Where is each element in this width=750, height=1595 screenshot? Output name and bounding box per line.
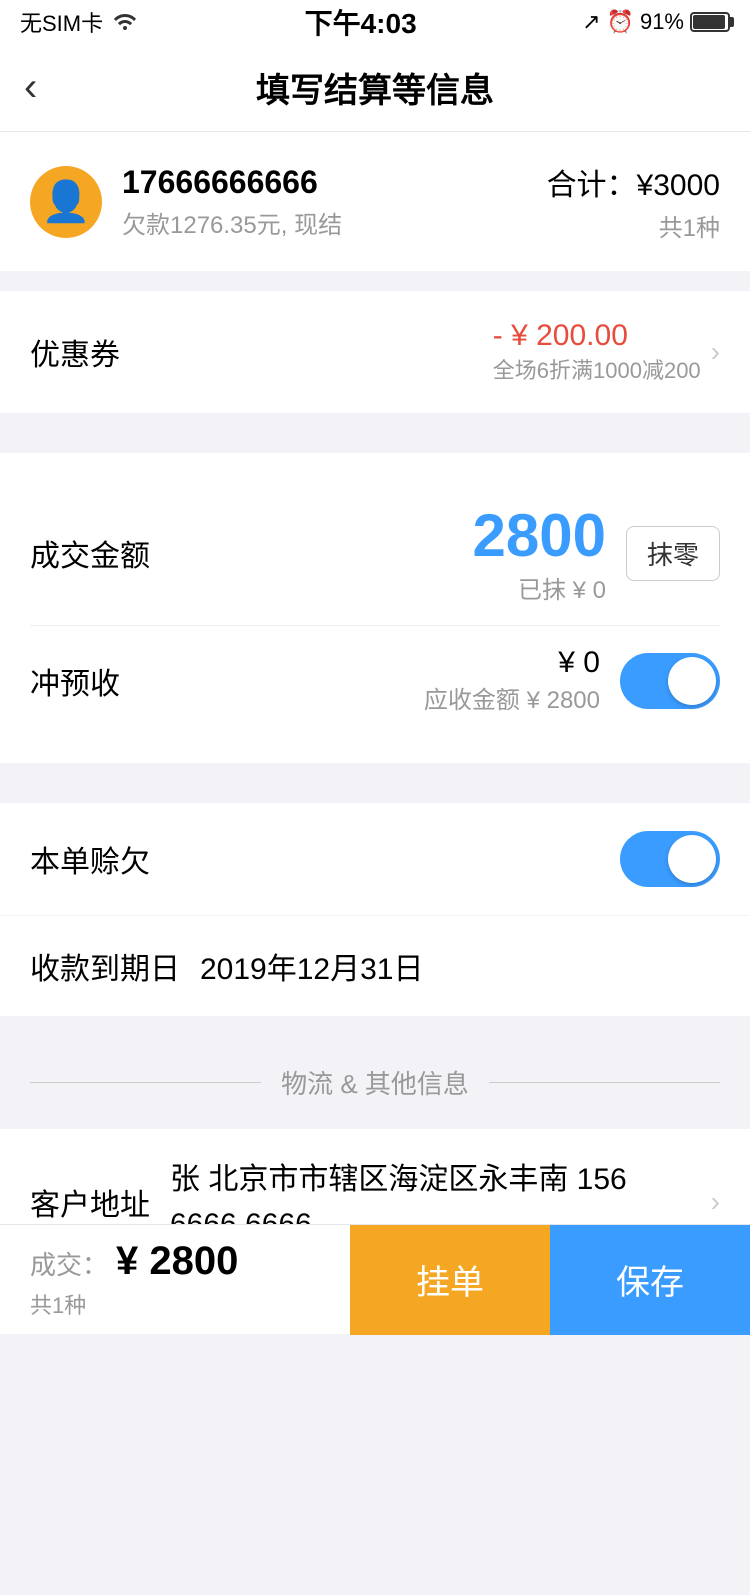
credit-section: 本单赊欠 xyxy=(0,803,750,915)
address-label: 客户地址 xyxy=(30,1180,150,1224)
back-button[interactable]: ‹ xyxy=(24,65,37,110)
bottom-deal-label: 成交： xyxy=(30,1245,108,1282)
status-time: 下午4:03 xyxy=(305,2,417,42)
status-right: ↗ ⏰ 91% xyxy=(582,9,730,35)
deal-amount-value: 2800 xyxy=(473,501,606,570)
wifi-icon xyxy=(111,8,139,36)
status-left: 无SIM卡 xyxy=(20,6,139,38)
bottom-bar: 成交： ¥ 2800 共1种 挂单 保存 xyxy=(0,1224,750,1334)
save-button[interactable]: 保存 xyxy=(550,1225,750,1335)
logistics-text: 物流 & 其他信息 xyxy=(281,1064,469,1101)
prepay-right: ¥ 0 应收金额 ¥ 2800 xyxy=(424,646,720,715)
section-divider-2 xyxy=(0,763,750,783)
prepay-toggle[interactable] xyxy=(620,653,720,709)
nav-bar: ‹ 填写结算等信息 xyxy=(0,44,750,132)
battery-icon xyxy=(690,12,730,32)
prepay-row: 冲预收 ¥ 0 应收金额 ¥ 2800 xyxy=(30,625,720,735)
no-sim-label: 无SIM卡 xyxy=(20,6,103,38)
customer-phone: 17666666666 xyxy=(122,164,342,201)
section-divider-1 xyxy=(0,433,750,453)
status-bar: 无SIM卡 下午4:03 ↗ ⏰ 91% xyxy=(0,0,750,44)
due-date: 2019年12月31日 xyxy=(200,944,423,988)
address-chevron-icon: › xyxy=(711,1186,720,1218)
prepay-value-group: ¥ 0 应收金额 ¥ 2800 xyxy=(424,646,600,715)
logistics-line-left xyxy=(30,1082,261,1083)
credit-toggle[interactable] xyxy=(620,831,720,887)
customer-total: 合计：¥3000 xyxy=(547,160,720,204)
deal-amount-row: 成交金额 2800 已抹 ¥ 0 抹零 xyxy=(30,481,720,625)
due-section: 收款到期日 2019年12月31日 xyxy=(0,916,750,1016)
customer-count: 共1种 xyxy=(547,208,720,243)
prepay-toggle-circle xyxy=(668,657,716,705)
logistics-line-right xyxy=(489,1082,720,1083)
deal-amount-label: 成交金额 xyxy=(30,531,150,575)
coupon-section[interactable]: 优惠券 - ¥ 200.00 全场6折满1000减200 › xyxy=(0,291,750,413)
battery-label: 91% xyxy=(640,9,684,35)
logistics-header: 物流 & 其他信息 xyxy=(0,1036,750,1129)
coupon-label: 优惠券 xyxy=(30,330,120,374)
content-area: 👤 17666666666 欠款1276.35元, 现结 合计：¥3000 共1… xyxy=(0,132,750,1595)
avatar: 👤 xyxy=(30,166,102,238)
coupon-desc: 全场6折满1000减200 xyxy=(493,353,701,385)
customer-debt: 欠款1276.35元, 现结 xyxy=(122,205,342,240)
round-button[interactable]: 抹零 xyxy=(626,526,720,581)
prepay-amount: ¥ 0 xyxy=(424,646,600,680)
prepay-total: 应收金额 ¥ 2800 xyxy=(424,680,600,715)
bottom-amount: ¥ 2800 xyxy=(116,1239,238,1284)
bottom-deal-row: 成交： ¥ 2800 xyxy=(30,1239,320,1284)
due-label: 收款到期日 xyxy=(30,944,180,988)
credit-label: 本单赊欠 xyxy=(30,837,150,881)
deal-amount-value-group: 2800 已抹 ¥ 0 抹零 xyxy=(473,501,721,605)
amount-section: 成交金额 2800 已抹 ¥ 0 抹零 冲预收 ¥ 0 应收金额 ¥ 2800 xyxy=(0,453,750,763)
coupon-chevron-icon: › xyxy=(711,336,720,368)
credit-toggle-circle xyxy=(668,835,716,883)
bottom-count: 共1种 xyxy=(30,1288,320,1320)
prepay-label: 冲预收 xyxy=(30,659,120,703)
deal-amount-sub: 已抹 ¥ 0 xyxy=(473,570,606,605)
page-title: 填写结算等信息 xyxy=(256,63,494,112)
bottom-summary: 成交： ¥ 2800 共1种 xyxy=(0,1239,350,1320)
customer-info: 17666666666 欠款1276.35元, 现结 xyxy=(122,164,342,240)
coupon-right: - ¥ 200.00 全场6折满1000减200 › xyxy=(493,319,720,385)
location-icon: ↗ xyxy=(582,9,600,35)
customer-right: 合计：¥3000 共1种 xyxy=(547,160,720,243)
coupon-amount: - ¥ 200.00 xyxy=(493,319,701,353)
customer-left: 👤 17666666666 欠款1276.35元, 现结 xyxy=(30,164,342,240)
avatar-icon: 👤 xyxy=(41,178,91,225)
alarm-icon: ⏰ xyxy=(607,9,634,35)
section-divider-3 xyxy=(0,1016,750,1036)
customer-section: 👤 17666666666 欠款1276.35元, 现结 合计：¥3000 共1… xyxy=(0,132,750,271)
hang-button[interactable]: 挂单 xyxy=(350,1225,550,1335)
